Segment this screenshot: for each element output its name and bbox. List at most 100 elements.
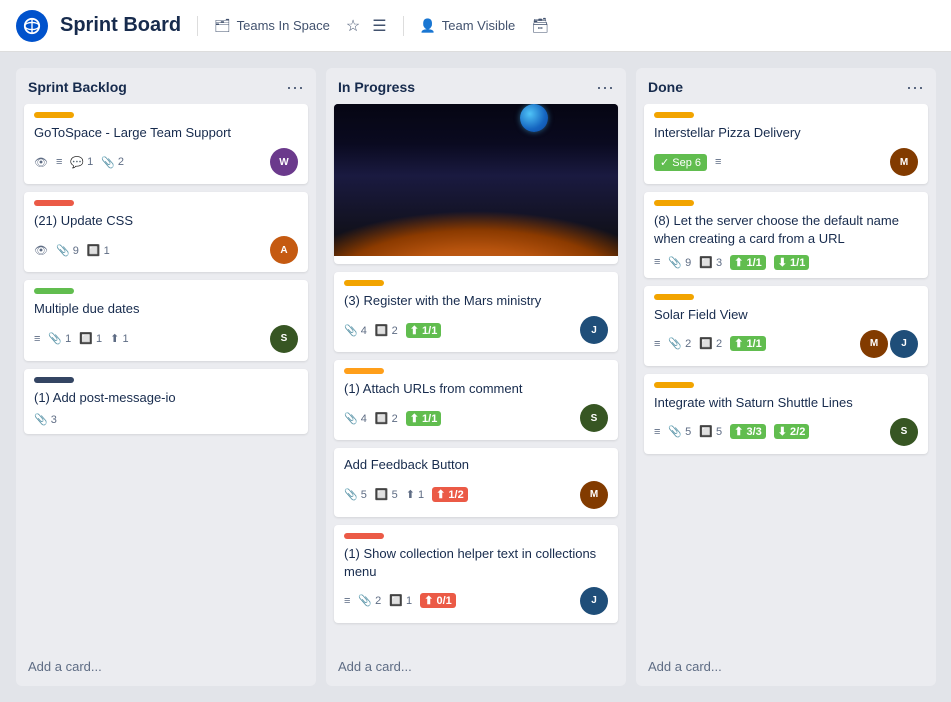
badge-1: ⬆ 3/3 — [730, 424, 766, 439]
column-cards-sprint-backlog: GoToSpace - Large Team Support 👁 ≡ 💬 1 📎… — [16, 104, 316, 651]
board-title: Sprint Board — [60, 14, 181, 37]
card-avatars: J — [580, 587, 608, 615]
add-card-in-progress[interactable]: Add a card... — [326, 651, 626, 686]
due-date-badge: ✓ Sep 6 — [654, 154, 707, 171]
card-post-message[interactable]: (1) Add post-message-io 📎 3 — [24, 369, 308, 434]
card-mars-image[interactable] — [334, 104, 618, 264]
team-info[interactable]: 🗂 Teams In Space — [214, 18, 330, 34]
card-meta: ≡ 📎 9 🔲 3 ⬆ 1/1 ⬇ 1/1 — [654, 255, 809, 270]
team-name: Teams In Space — [237, 18, 330, 33]
card-footer: 📎 3 — [34, 413, 298, 426]
card-label-orange — [344, 368, 384, 374]
description-icon: ≡ — [56, 156, 62, 168]
card-avatars: W — [270, 148, 298, 176]
badge-1: ⬆ 1/1 — [730, 255, 766, 270]
description-icon: ≡ — [654, 426, 660, 438]
attach-count: 📎 5 — [344, 488, 367, 501]
card-label-red — [344, 533, 384, 539]
card-feedback-button[interactable]: Add Feedback Button 📎 5 🔲 5 ⬆ 1 ⬆ 1/2 M — [334, 448, 618, 516]
card-label-red — [34, 200, 74, 206]
column-menu-in-progress[interactable]: ··· — [596, 78, 614, 96]
avatar: M — [580, 481, 608, 509]
avatar: S — [890, 418, 918, 446]
card-saturn-shuttle[interactable]: Integrate with Saturn Shuttle Lines ≡ 📎 … — [644, 374, 928, 454]
visibility-label: Team Visible — [442, 18, 515, 33]
mars-image — [334, 104, 618, 256]
star-icon[interactable]: ☆ — [346, 16, 360, 36]
card-update-css[interactable]: (21) Update CSS 👁 📎 9 🔲 1 A — [24, 192, 308, 272]
card-solar-field[interactable]: Solar Field View ≡ 📎 2 🔲 2 ⬆ 1/1 M J — [644, 286, 928, 366]
card-meta: 📎 3 — [34, 413, 57, 426]
card-meta: ≡ 📎 1 🔲 1 ⬆ 1 — [34, 332, 129, 345]
checklist-badge-green: ⬆ 1/1 — [406, 323, 442, 338]
comment-count: 💬 1 — [70, 156, 93, 169]
card-footer: 📎 5 🔲 5 ⬆ 1 ⬆ 1/2 M — [344, 481, 608, 509]
menu-icon[interactable]: ☰ — [372, 16, 386, 36]
card-meta: 👁 ≡ 💬 1 📎 2 — [34, 156, 124, 169]
card-title: Multiple due dates — [34, 300, 298, 318]
card-title: (8) Let the server choose the default na… — [654, 212, 918, 248]
checklist-badge-red: ⬆ 0/1 — [420, 593, 456, 608]
card-label-yellow — [654, 112, 694, 118]
card-avatars: A — [270, 236, 298, 264]
card-avatars: S — [890, 418, 918, 446]
card-footer: ≡ 📎 2 🔲 1 ⬆ 0/1 J — [344, 587, 608, 615]
card-meta: ≡ 📎 2 🔲 1 ⬆ 0/1 — [344, 593, 456, 608]
card-meta: ✓ Sep 6 ≡ — [654, 154, 721, 171]
avatar: A — [270, 236, 298, 264]
add-card-sprint-backlog[interactable]: Add a card... — [16, 651, 316, 686]
attach-count: 📎 1 — [48, 332, 71, 345]
column-menu-sprint-backlog[interactable]: ··· — [286, 78, 304, 96]
mars-surface — [334, 104, 618, 256]
badge-2: ⬇ 1/1 — [774, 255, 810, 270]
watch-icon: 👁 — [34, 156, 48, 169]
board: Sprint Backlog ··· GoToSpace - Large Tea… — [0, 52, 951, 702]
card-footer: 👁 📎 9 🔲 1 A — [34, 236, 298, 264]
header-divider-2 — [403, 16, 404, 36]
card-label-yellow — [654, 382, 694, 388]
column-in-progress: In Progress ··· (3) Register with the Ma… — [326, 68, 626, 686]
card-server-name[interactable]: (8) Let the server choose the default na… — [644, 192, 928, 277]
card-title: Solar Field View — [654, 306, 918, 324]
card-label-yellow — [344, 280, 384, 286]
description-icon: ≡ — [654, 338, 660, 350]
card-avatars: M J — [860, 330, 918, 358]
checklist-count: 🔲 2 — [375, 324, 398, 337]
card-meta: ≡ 📎 5 🔲 5 ⬆ 3/3 ⬇ 2/2 — [654, 424, 809, 439]
watch-icon: 👁 — [34, 244, 48, 257]
visibility-info[interactable]: 👤 Team Visible — [420, 18, 516, 34]
upload-count: ⬆ 1 — [406, 488, 424, 501]
badge-2: ⬇ 2/2 — [774, 424, 810, 439]
card-avatars: M — [890, 148, 918, 176]
checklist-count: 🔲 5 — [375, 488, 398, 501]
card-meta: 👁 📎 9 🔲 1 — [34, 244, 110, 257]
card-title: (1) Attach URLs from comment — [344, 380, 608, 398]
team-icon: 🗂 — [214, 18, 231, 34]
card-collection-helper[interactable]: (1) Show collection helper text in colle… — [334, 525, 618, 623]
card-title: (1) Show collection helper text in colle… — [344, 545, 608, 581]
card-mars-ministry[interactable]: (3) Register with the Mars ministry 📎 4 … — [334, 272, 618, 352]
card-title: Interstellar Pizza Delivery — [654, 124, 918, 142]
avatar: S — [580, 404, 608, 432]
card-pizza-delivery[interactable]: Interstellar Pizza Delivery ✓ Sep 6 ≡ M — [644, 104, 928, 184]
card-due-dates[interactable]: Multiple due dates ≡ 📎 1 🔲 1 ⬆ 1 S — [24, 280, 308, 360]
card-label-dark — [34, 377, 74, 383]
card-footer: 📎 4 🔲 2 ⬆ 1/1 S — [344, 404, 608, 432]
share-icon[interactable]: 🗃 — [531, 17, 549, 34]
card-footer: ≡ 📎 2 🔲 2 ⬆ 1/1 M J — [654, 330, 918, 358]
column-cards-in-progress: (3) Register with the Mars ministry 📎 4 … — [326, 104, 626, 651]
card-meta: 📎 4 🔲 2 ⬆ 1/1 — [344, 411, 441, 426]
app-header: Sprint Board 🗂 Teams In Space ☆ ☰ 👤 Team… — [0, 0, 951, 52]
checklist-badge-green: ⬆ 1/1 — [730, 336, 766, 351]
column-menu-done[interactable]: ··· — [906, 78, 924, 96]
column-title-in-progress: In Progress — [338, 79, 415, 95]
add-card-done[interactable]: Add a card... — [636, 651, 936, 686]
column-sprint-backlog: Sprint Backlog ··· GoToSpace - Large Tea… — [16, 68, 316, 686]
card-avatars: S — [270, 325, 298, 353]
avatar-2: J — [890, 330, 918, 358]
card-footer: ≡ 📎 1 🔲 1 ⬆ 1 S — [34, 325, 298, 353]
card-footer: ≡ 📎 9 🔲 3 ⬆ 1/1 ⬇ 1/1 — [654, 255, 918, 270]
card-attach-urls[interactable]: (1) Attach URLs from comment 📎 4 🔲 2 ⬆ 1… — [334, 360, 618, 440]
card-label-yellow — [654, 200, 694, 206]
card-gotospace[interactable]: GoToSpace - Large Team Support 👁 ≡ 💬 1 📎… — [24, 104, 308, 184]
